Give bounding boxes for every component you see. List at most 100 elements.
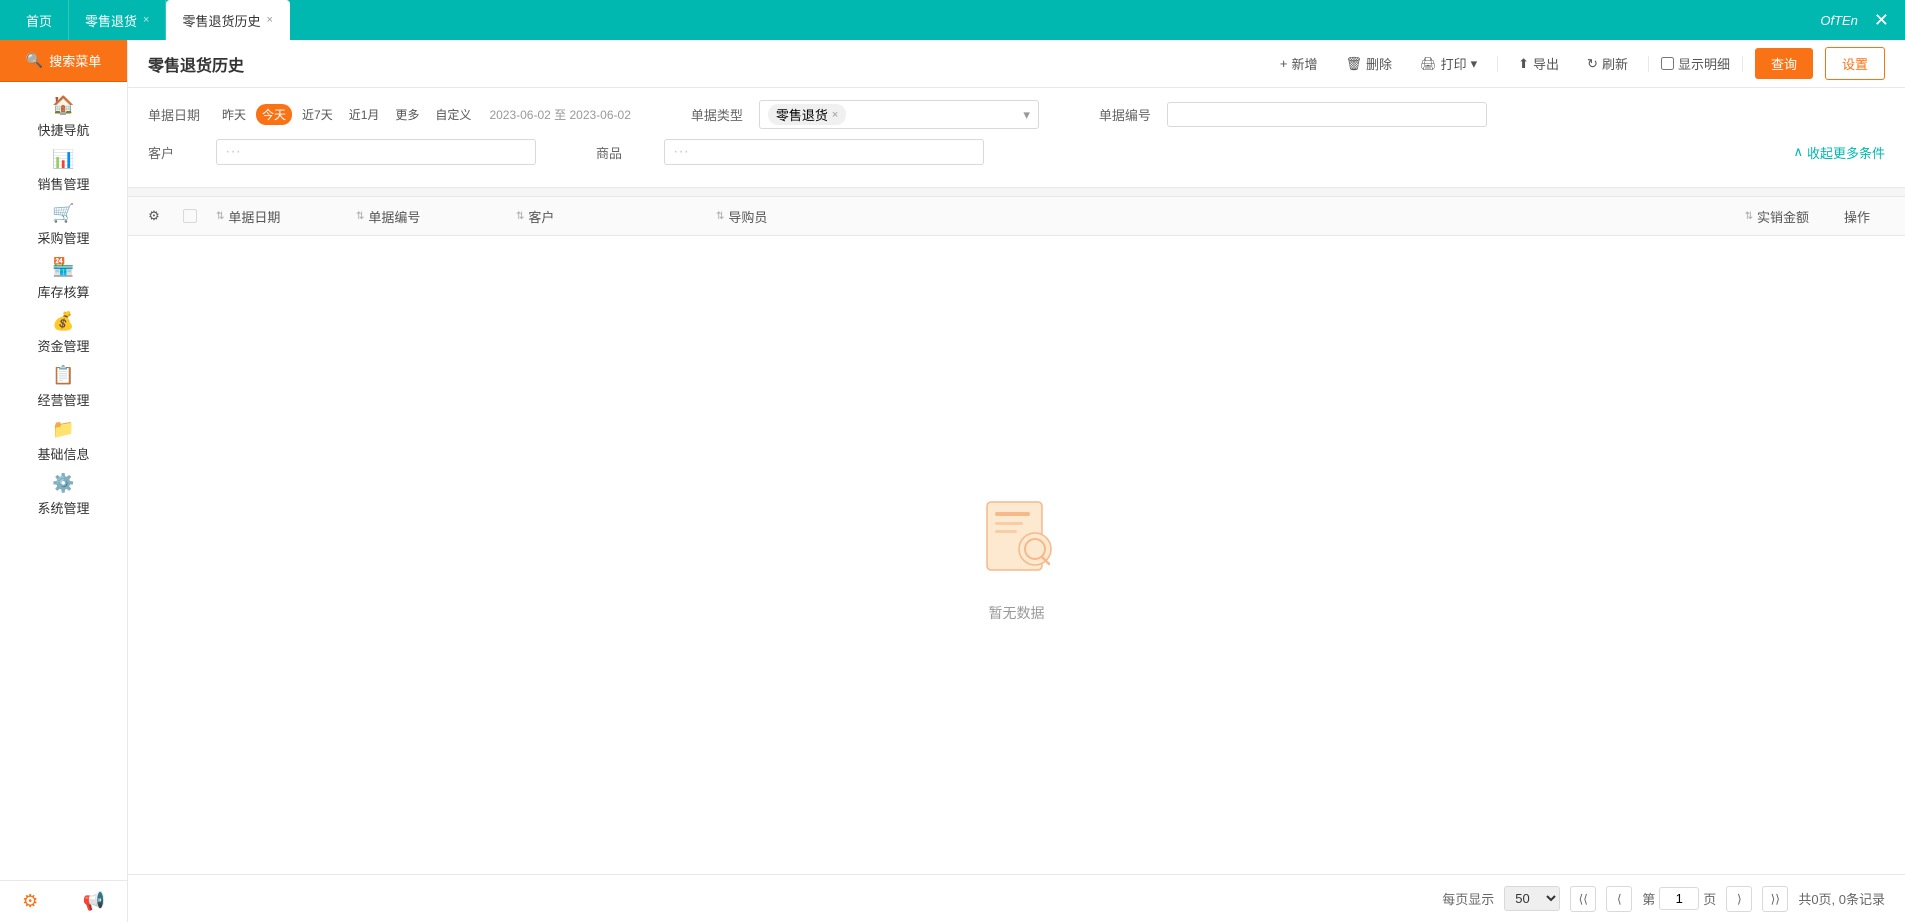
display-toggle-label: 显示明细	[1678, 54, 1730, 73]
voucher-type-select[interactable]: 零售退货 × ▾	[759, 100, 1039, 129]
sort-icon-guide: ⇅	[716, 211, 724, 222]
settings-bottom-icon[interactable]: ⚙	[22, 891, 38, 912]
next-page-button[interactable]: ⟩	[1726, 886, 1752, 912]
th-date[interactable]: ⇅ 单据日期	[208, 207, 348, 226]
window-close-button[interactable]: ✕	[1868, 10, 1895, 31]
refresh-icon: ↻	[1587, 56, 1598, 72]
date-shortcut-1month[interactable]: 近1月	[343, 104, 386, 125]
date-shortcut-7days[interactable]: 近7天	[296, 104, 339, 125]
voucher-id-input[interactable]	[1167, 102, 1487, 127]
often-text: OfTEn	[1820, 13, 1858, 28]
export-label: 导出	[1533, 54, 1559, 73]
voucher-type-tag-remove[interactable]: ×	[832, 109, 838, 121]
display-toggle[interactable]: 显示明细	[1661, 54, 1730, 73]
top-bar: 首页 零售退货 × 零售退货历史 × OfTEn ✕	[0, 0, 1905, 40]
query-button[interactable]: 查询	[1755, 48, 1813, 79]
header-actions: + 新增 🗑 删除 🖨 打印 ▾ ⬆ 导出 ↻	[1272, 47, 1885, 80]
export-button[interactable]: ⬆ 导出	[1510, 50, 1567, 77]
first-page-button[interactable]: ⟨⟨	[1570, 886, 1596, 912]
filter-row-2: 客户 ··· 商品 ··· ∧ 收起更多条件	[148, 139, 1885, 165]
volume-icon[interactable]: 📢	[82, 891, 104, 912]
page-header: 零售退货历史 + 新增 🗑 删除 🖨 打印 ▾ ⬆ 导出	[128, 40, 1905, 88]
sidebar-item-finance[interactable]: 💰 资金管理	[0, 306, 127, 360]
sidebar-search[interactable]: 🔍 搜索菜单	[0, 40, 127, 82]
th-settings[interactable]: ⚙	[136, 208, 172, 224]
column-settings-icon[interactable]: ⚙	[148, 208, 160, 224]
page-suffix: 页	[1703, 889, 1716, 908]
collapse-label: 收起更多条件	[1807, 143, 1885, 162]
sidebar: 🔍 搜索菜单 🏠 快捷导航 📊 销售管理 🛒 采购管理 🏪 库存核算 💰	[0, 40, 128, 922]
page-prefix: 第	[1642, 889, 1655, 908]
last-page-button[interactable]: ⟩⟩	[1762, 886, 1788, 912]
delete-button[interactable]: 🗑 删除	[1338, 50, 1401, 77]
filter-row-1: 单据日期 昨天 今天 近7天 近1月 更多 自定义 2023-06-02 至 2…	[148, 100, 1885, 129]
settings-button[interactable]: 设置	[1825, 47, 1885, 80]
voucher-type-tag-label: 零售退货	[776, 105, 828, 124]
sidebar-item-quick-nav[interactable]: 🏠 快捷导航	[0, 90, 127, 144]
sidebar-item-purchase-mgmt-label: 采购管理	[37, 228, 89, 247]
pagination: 每页显示 50 10 20 100 ⟨⟨ ⟨ 第 页 ⟩ ⟩⟩ 共0页, 0条记…	[128, 874, 1905, 922]
date-shortcut-yesterday[interactable]: 昨天	[216, 104, 252, 125]
th-guide-label: 导购员	[728, 207, 767, 226]
tab-list: 首页 零售退货 × 零售退货历史 ×	[10, 0, 1820, 40]
customer-input[interactable]: ···	[216, 139, 536, 165]
voucher-id-label: 单据编号	[1099, 105, 1159, 124]
empty-text: 暂无数据	[989, 603, 1045, 623]
th-guide[interactable]: ⇅ 导购员	[708, 207, 848, 226]
voucher-id-group: 单据编号	[1099, 102, 1487, 127]
refresh-button[interactable]: ↻ 刷新	[1579, 50, 1636, 77]
collapse-btn[interactable]: ∧ 收起更多条件	[1793, 143, 1885, 162]
goods-label: 商品	[596, 143, 656, 162]
sidebar-search-label: 搜索菜单	[49, 51, 101, 70]
sidebar-item-finance-label: 资金管理	[37, 336, 89, 355]
filter-area: 单据日期 昨天 今天 近7天 近1月 更多 自定义 2023-06-02 至 2…	[128, 88, 1905, 188]
print-button[interactable]: 🖨 打印 ▾	[1412, 50, 1485, 77]
sales-icon: 📊	[52, 149, 74, 170]
sidebar-item-inventory[interactable]: 🏪 库存核算	[0, 252, 127, 306]
customer-dots: ···	[225, 143, 241, 161]
th-number[interactable]: ⇅ 单据编号	[348, 207, 508, 226]
sidebar-item-purchase-mgmt[interactable]: 🛒 采购管理	[0, 198, 127, 252]
divider-1	[1497, 56, 1498, 72]
date-shortcuts: 昨天 今天 近7天 近1月 更多 自定义	[216, 104, 477, 125]
sidebar-item-sales-mgmt[interactable]: 📊 销售管理	[0, 144, 127, 198]
date-shortcut-more[interactable]: 更多	[389, 104, 425, 125]
top-bar-right: OfTEn ✕	[1820, 10, 1895, 31]
basic-info-icon: 📁	[52, 419, 74, 440]
date-shortcut-custom[interactable]: 自定义	[429, 104, 477, 125]
sort-icon-customer: ⇅	[516, 211, 524, 222]
empty-icon	[967, 487, 1067, 587]
per-page-select[interactable]: 50 10 20 100	[1504, 886, 1560, 911]
th-customer[interactable]: ⇅ 客户	[508, 207, 708, 226]
th-checkbox[interactable]	[172, 209, 208, 223]
sidebar-item-operations-label: 经营管理	[37, 390, 89, 409]
tab-retail-return[interactable]: 零售退货 ×	[69, 0, 166, 40]
th-number-label: 单据编号	[368, 207, 420, 226]
print-icon: 🖨	[1420, 56, 1437, 72]
collapse-wrapper: ∧ 收起更多条件	[1793, 143, 1885, 162]
sort-icon-number: ⇅	[356, 211, 364, 222]
goods-input[interactable]: ···	[664, 139, 984, 165]
select-all-checkbox[interactable]	[183, 209, 197, 223]
sidebar-item-system[interactable]: ⚙️ 系统管理	[0, 468, 127, 522]
th-actions-label: 操作	[1844, 207, 1870, 226]
page-input[interactable]	[1659, 887, 1699, 910]
th-date-label: 单据日期	[228, 207, 280, 226]
system-icon: ⚙️	[52, 473, 74, 494]
total-info: 共0页, 0条记录	[1798, 889, 1885, 908]
add-button[interactable]: + 新增	[1272, 50, 1326, 77]
th-amount[interactable]: ⇅ 实销金额	[848, 207, 1817, 226]
tab-retail-return-close[interactable]: ×	[143, 14, 149, 26]
tab-home[interactable]: 首页	[10, 0, 69, 40]
sidebar-item-basic-info[interactable]: 📁 基础信息	[0, 414, 127, 468]
sidebar-item-operations[interactable]: 📋 经营管理	[0, 360, 127, 414]
finance-icon: 💰	[52, 311, 74, 332]
date-shortcut-today[interactable]: 今天	[256, 104, 292, 125]
display-toggle-checkbox[interactable]	[1661, 57, 1674, 70]
tab-retail-return-history-close[interactable]: ×	[266, 14, 272, 26]
tab-retail-return-history[interactable]: 零售退货历史 ×	[166, 0, 289, 40]
divider-2	[1648, 56, 1649, 72]
th-amount-label: 实销金额	[1757, 207, 1809, 226]
tab-retail-return-history-label: 零售退货历史	[182, 11, 260, 30]
prev-page-button[interactable]: ⟨	[1606, 886, 1632, 912]
